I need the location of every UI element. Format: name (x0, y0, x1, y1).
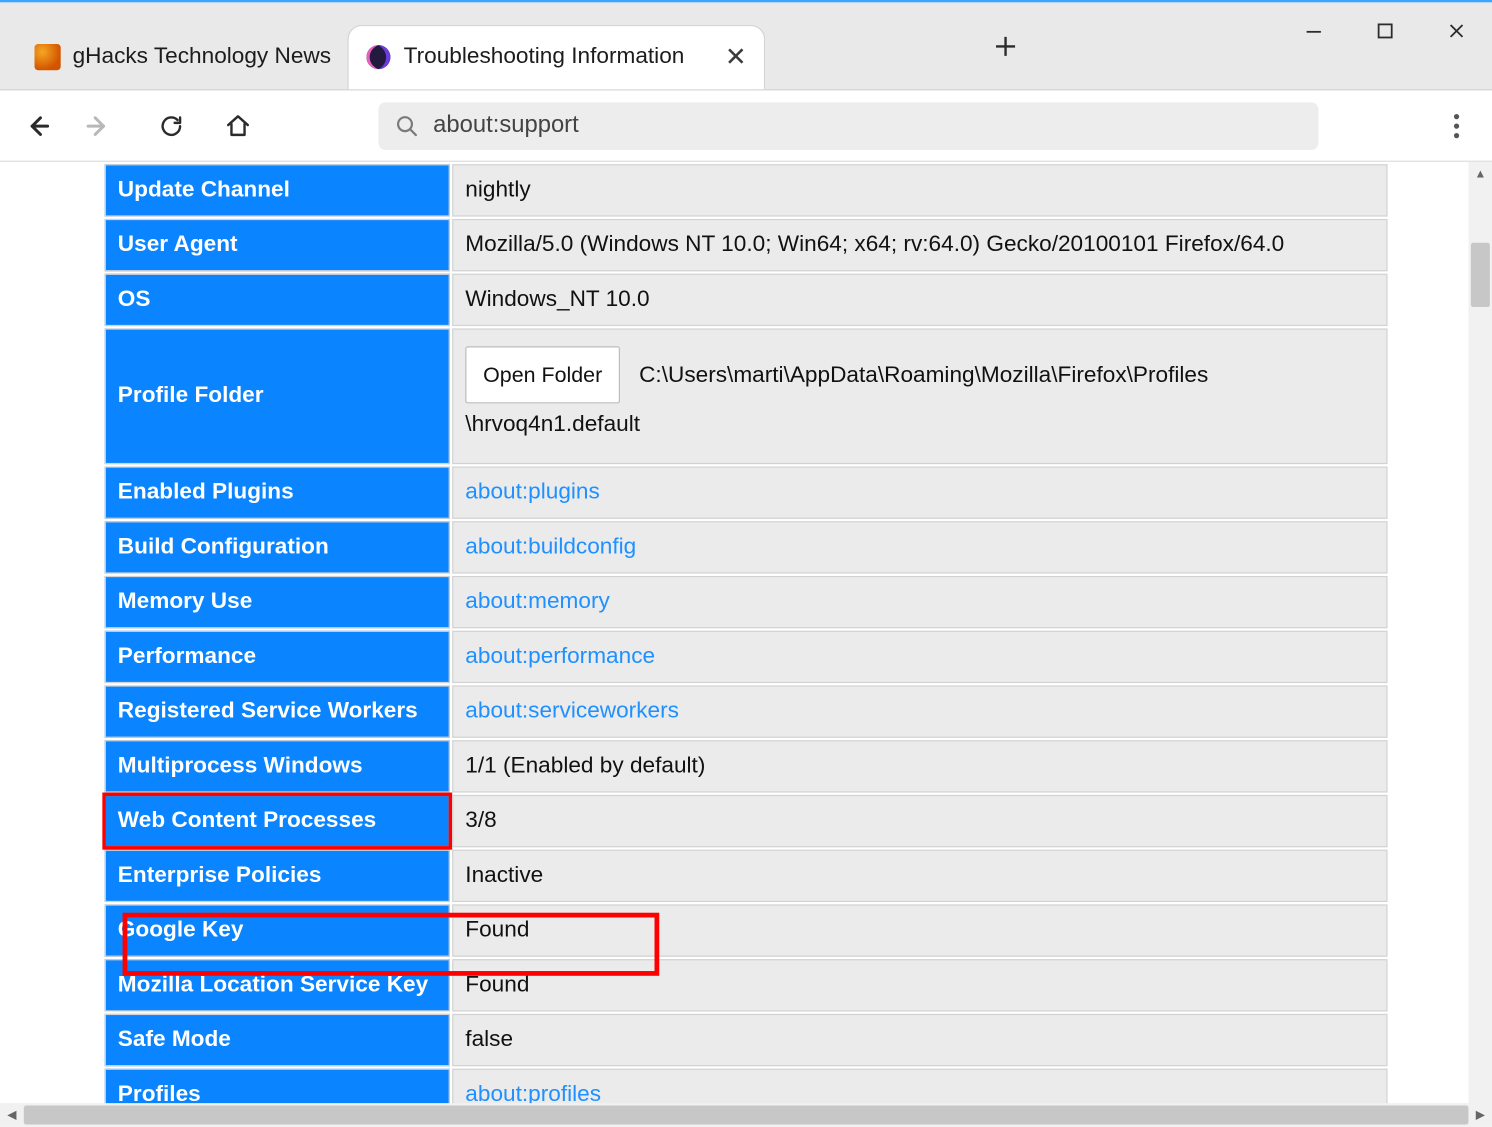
tab-label: gHacks Technology News (73, 43, 331, 69)
close-tab-icon[interactable]: ✕ (725, 42, 747, 73)
back-button[interactable] (12, 99, 64, 151)
row-label: Memory Use (105, 576, 450, 628)
ghacks-favicon-icon (35, 43, 61, 69)
about-link[interactable]: about:memory (465, 589, 610, 614)
open-folder-button[interactable]: Open Folder (465, 346, 620, 403)
home-button[interactable] (212, 99, 264, 151)
row-value[interactable]: about:plugins (452, 467, 1387, 519)
vertical-scrollbar[interactable]: ▲ ▼ (1468, 162, 1492, 1127)
tab-troubleshooting[interactable]: Troubleshooting Information ✕ (348, 24, 765, 88)
scroll-right-icon[interactable]: ▶ (1468, 1103, 1492, 1127)
forward-button[interactable] (71, 99, 123, 151)
window-controls (1278, 2, 1492, 59)
row-value: Found (452, 959, 1387, 1011)
row-label: Enabled Plugins (105, 467, 450, 519)
row-label: Mozilla Location Service Key (105, 959, 450, 1011)
support-page: Update ChannelnightlyUser AgentMozilla/5… (0, 162, 1492, 1127)
row-value: Found (452, 905, 1387, 957)
browser-window: gHacks Technology News Troubleshooting I… (0, 0, 1492, 1127)
search-icon (395, 114, 419, 138)
row-value: false (452, 1014, 1387, 1066)
tab-bar: gHacks Technology News Troubleshooting I… (0, 2, 1492, 90)
row-value: 3/8 (452, 795, 1387, 847)
tab-label: Troubleshooting Information (404, 44, 685, 70)
row-label: Google Key (105, 905, 450, 957)
scroll-left-icon[interactable]: ◀ (0, 1103, 24, 1127)
row-label: Update Channel (105, 164, 450, 216)
row-label: Performance (105, 631, 450, 683)
scroll-up-icon[interactable]: ▲ (1468, 162, 1492, 186)
row-label: Profile Folder (105, 328, 450, 464)
firefox-favicon-icon (366, 44, 392, 70)
row-value: nightly (452, 164, 1387, 216)
row-label: Build Configuration (105, 522, 450, 574)
toolbar (0, 90, 1492, 161)
row-value: 1/1 (Enabled by default) (452, 741, 1387, 793)
minimize-button[interactable] (1278, 2, 1349, 59)
profile-path: C:\Users\marti\AppData\Roaming\Mozilla\F… (639, 363, 1208, 388)
row-label: Registered Service Workers (105, 686, 450, 738)
about-link[interactable]: about:plugins (465, 480, 600, 505)
scrollbar-thumb[interactable] (1471, 243, 1490, 307)
horizontal-scrollbar[interactable]: ◀ ▶ (0, 1103, 1492, 1127)
row-value: Inactive (452, 850, 1387, 902)
url-input[interactable] (433, 112, 1302, 139)
profile-folder-cell: Open Folder C:\Users\marti\AppData\Roamin… (452, 328, 1387, 464)
row-label: OS (105, 274, 450, 326)
row-value[interactable]: about:serviceworkers (452, 686, 1387, 738)
row-value[interactable]: about:memory (452, 576, 1387, 628)
row-label: Multiprocess Windows (105, 741, 450, 793)
url-bar[interactable] (378, 102, 1318, 150)
troubleshooting-table: Update ChannelnightlyUser AgentMozilla/5… (102, 162, 1390, 1124)
row-value[interactable]: about:buildconfig (452, 522, 1387, 574)
kebab-menu-button[interactable] (1433, 102, 1481, 150)
row-value: Windows_NT 10.0 (452, 274, 1387, 326)
row-label: Web Content Processes (105, 795, 450, 847)
about-link[interactable]: about:performance (465, 644, 655, 669)
about-link[interactable]: about:buildconfig (465, 535, 636, 560)
profile-path-tail: \hrvoq4n1.default (465, 412, 640, 437)
about-link[interactable]: about:serviceworkers (465, 699, 679, 724)
maximize-button[interactable] (1349, 2, 1420, 59)
row-label: User Agent (105, 219, 450, 271)
row-value[interactable]: about:performance (452, 631, 1387, 683)
row-label: Safe Mode (105, 1014, 450, 1066)
reload-button[interactable] (145, 99, 197, 151)
row-value: Mozilla/5.0 (Windows NT 10.0; Win64; x64… (452, 219, 1387, 271)
tab-ghacks[interactable]: gHacks Technology News (18, 24, 348, 88)
content-area: Update ChannelnightlyUser AgentMozilla/5… (0, 162, 1492, 1127)
close-window-button[interactable] (1421, 2, 1492, 59)
scrollbar-thumb[interactable] (24, 1106, 1469, 1125)
row-label: Enterprise Policies (105, 850, 450, 902)
new-tab-button[interactable] (979, 20, 1031, 72)
